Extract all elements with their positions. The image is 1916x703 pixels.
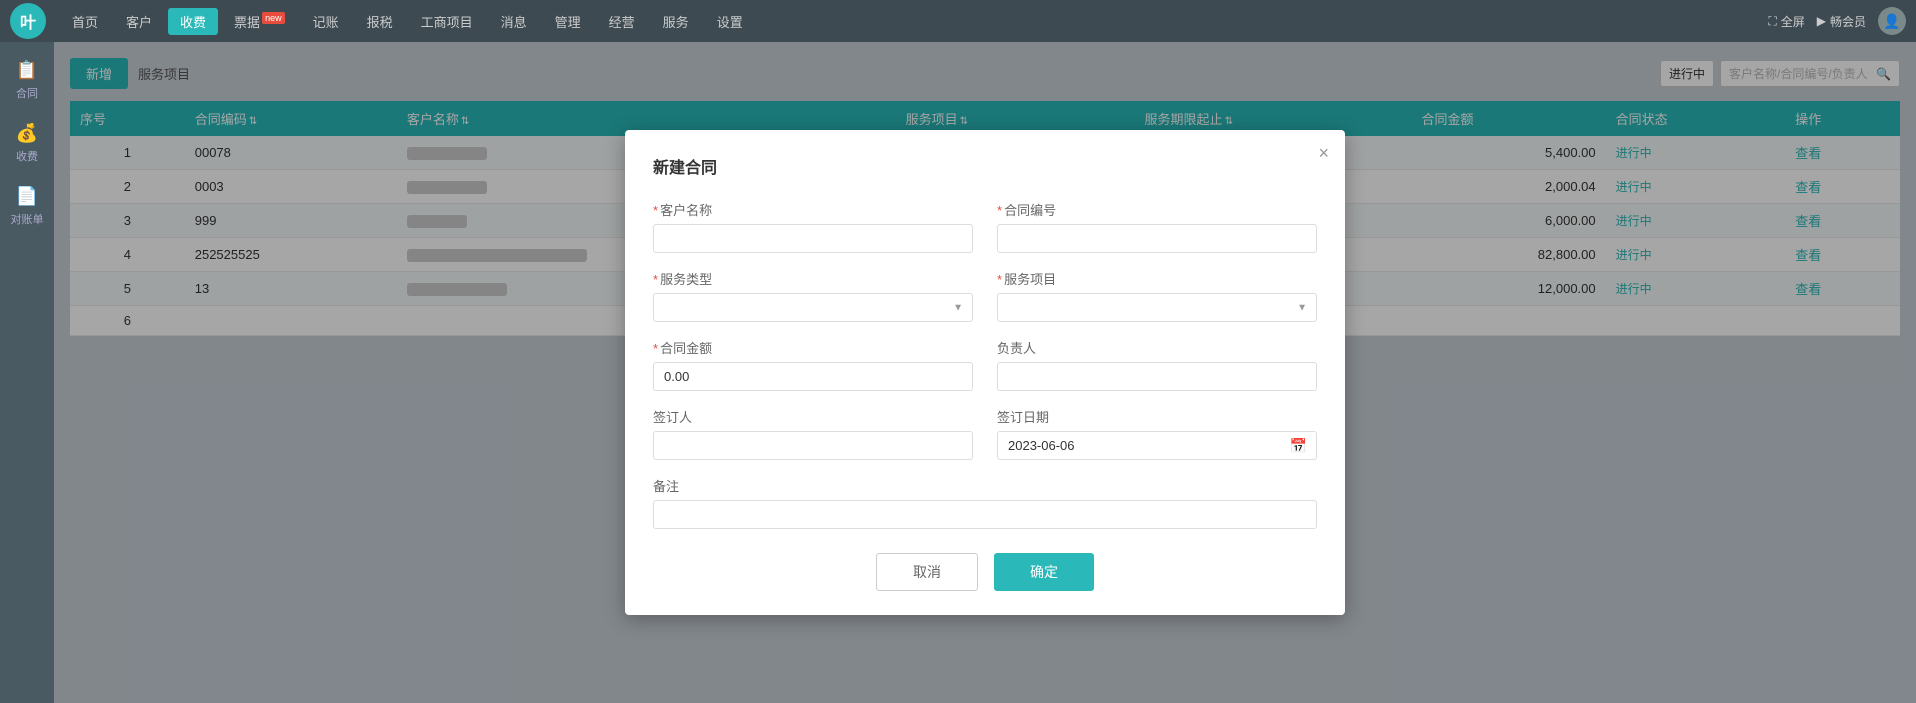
nav-items: 首页 客户 收费 票据new 记账 报税 工商项目 消息 管理 经营 服务 设置: [60, 8, 1768, 35]
contract-no-label: *合同编号: [997, 200, 1317, 219]
fullscreen-icon: ⛶: [1768, 14, 1776, 29]
customer-name-label: *客户名称: [653, 200, 973, 219]
remark-label: 备注: [653, 476, 1317, 495]
sidebar-item-fee[interactable]: 💰 收费: [2, 115, 52, 172]
fullscreen-button[interactable]: ⛶ 全屏: [1768, 13, 1804, 30]
person-input[interactable]: [997, 362, 1317, 391]
person-label: 负责人: [997, 338, 1317, 357]
service-type-label: *服务类型: [653, 269, 973, 288]
avatar-icon: 👤: [1883, 13, 1900, 30]
contract-no-input[interactable]: [997, 224, 1317, 253]
app-logo: 叶: [10, 3, 46, 39]
field-remark: 备注: [653, 476, 1317, 529]
sidebar-item-contract[interactable]: 📋 合同: [2, 52, 52, 109]
remark-input[interactable]: [653, 500, 1317, 529]
nav-message[interactable]: 消息: [489, 8, 539, 35]
signer-label: 签订人: [653, 407, 973, 426]
nav-manage[interactable]: 管理: [543, 8, 593, 35]
nav-home[interactable]: 首页: [60, 8, 110, 35]
field-service-type: *服务类型: [653, 269, 973, 322]
new-badge: new: [262, 12, 285, 24]
modal-close-button[interactable]: ×: [1318, 144, 1329, 162]
sign-date-input[interactable]: [997, 431, 1317, 460]
cancel-button[interactable]: 取消: [876, 553, 978, 591]
calendar-icon[interactable]: 📅: [1290, 437, 1307, 454]
field-contract-no: *合同编号: [997, 200, 1317, 253]
customer-name-input[interactable]: [653, 224, 973, 253]
modal-footer: 取消 确定: [653, 553, 1317, 591]
sign-date-label: 签订日期: [997, 407, 1317, 426]
nav-operation[interactable]: 经营: [597, 8, 647, 35]
service-type-select[interactable]: [653, 293, 973, 322]
play-icon: ▶: [1817, 14, 1826, 28]
modal-overlay: 新建合同 × *客户名称 *合同编号: [54, 42, 1916, 703]
nav-customer[interactable]: 客户: [114, 8, 164, 35]
new-contract-modal: 新建合同 × *客户名称 *合同编号: [625, 130, 1345, 615]
nav-bookkeep[interactable]: 记账: [301, 8, 351, 35]
signer-input[interactable]: [653, 431, 973, 460]
nav-commerce[interactable]: 工商项目: [409, 8, 485, 35]
user-avatar[interactable]: 👤: [1878, 7, 1906, 35]
field-amount: *合同金额: [653, 338, 973, 391]
nav-settings[interactable]: 设置: [705, 8, 755, 35]
topnav-right: ⛶ 全屏 ▶ 畅会员 👤: [1768, 7, 1906, 35]
field-sign-date: 签订日期 📅: [997, 407, 1317, 460]
fee-icon: 💰: [16, 123, 38, 144]
modal-form: *客户名称 *合同编号 *服务类型: [653, 200, 1317, 529]
content-area: 新增 服务项目 进行中 客户名称/合同编号/负责人 🔍 序号 合同编码⇅ 客户名…: [54, 42, 1916, 703]
service-item-select[interactable]: [997, 293, 1317, 322]
amount-label: *合同金额: [653, 338, 973, 357]
sidebar: 📋 合同 💰 收费 📄 对账单: [0, 42, 54, 703]
service-item-select-wrapper: [997, 293, 1317, 322]
statement-icon: 📄: [16, 186, 38, 207]
nav-invoice[interactable]: 票据new: [222, 8, 297, 35]
confirm-button[interactable]: 确定: [994, 553, 1094, 591]
modal-title: 新建合同: [653, 154, 1317, 178]
nav-service[interactable]: 服务: [651, 8, 701, 35]
member-button[interactable]: ▶ 畅会员: [1817, 13, 1866, 30]
sign-date-wrapper: 📅: [997, 431, 1317, 460]
field-customer-name: *客户名称: [653, 200, 973, 253]
field-person: 负责人: [997, 338, 1317, 391]
contract-icon: 📋: [16, 60, 38, 81]
field-signer: 签订人: [653, 407, 973, 460]
nav-fee[interactable]: 收费: [168, 8, 218, 35]
nav-tax[interactable]: 报税: [355, 8, 405, 35]
sidebar-item-statement[interactable]: 📄 对账单: [2, 178, 52, 235]
service-type-select-wrapper: [653, 293, 973, 322]
top-navigation: 叶 首页 客户 收费 票据new 记账 报税 工商项目 消息 管理 经营 服务 …: [0, 0, 1916, 42]
service-item-label: *服务项目: [997, 269, 1317, 288]
amount-input[interactable]: [653, 362, 973, 391]
main-layout: 📋 合同 💰 收费 📄 对账单 新增 服务项目 进行中 客户名称/合同编号/负责…: [0, 42, 1916, 703]
field-service-item: *服务项目: [997, 269, 1317, 322]
